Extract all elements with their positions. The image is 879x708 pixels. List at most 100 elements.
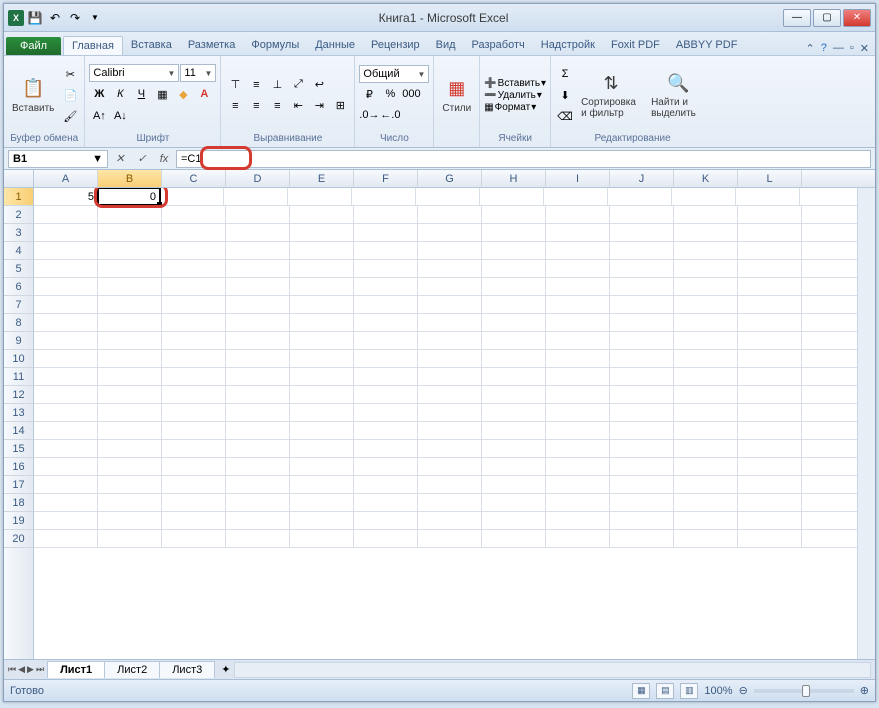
row-header[interactable]: 20 — [4, 530, 33, 548]
cell[interactable] — [610, 494, 674, 511]
cell[interactable] — [290, 350, 354, 367]
number-format-combo[interactable]: Общий▼ — [359, 65, 429, 83]
cell[interactable] — [290, 206, 354, 223]
cell[interactable] — [226, 314, 290, 331]
cell[interactable] — [546, 458, 610, 475]
cell[interactable] — [546, 530, 610, 547]
cell[interactable] — [160, 188, 224, 205]
row-header[interactable]: 12 — [4, 386, 33, 404]
cell[interactable] — [610, 404, 674, 421]
cell[interactable] — [738, 314, 802, 331]
shrink-font-icon[interactable]: A↓ — [110, 106, 130, 126]
zoom-slider[interactable] — [754, 689, 854, 693]
cell[interactable] — [290, 368, 354, 385]
cell[interactable] — [674, 386, 738, 403]
cell[interactable] — [674, 404, 738, 421]
cell[interactable] — [480, 188, 544, 205]
cell[interactable] — [226, 530, 290, 547]
cell[interactable] — [736, 188, 800, 205]
cell[interactable] — [98, 512, 162, 529]
col-header[interactable]: A — [34, 170, 98, 187]
cell[interactable] — [98, 242, 162, 259]
cell[interactable] — [610, 314, 674, 331]
align-center-icon[interactable]: ≡ — [246, 96, 266, 116]
align-top-icon[interactable]: ⊤ — [225, 75, 245, 95]
help-icon[interactable]: ? — [821, 42, 827, 55]
cells[interactable]: 50 — [34, 188, 857, 659]
cell[interactable] — [226, 296, 290, 313]
cell[interactable] — [738, 206, 802, 223]
cell[interactable] — [290, 278, 354, 295]
formula-input[interactable] — [176, 150, 871, 168]
cell[interactable] — [162, 332, 226, 349]
col-header[interactable]: H — [482, 170, 546, 187]
cell[interactable] — [610, 368, 674, 385]
cell[interactable] — [418, 368, 482, 385]
cell[interactable] — [418, 296, 482, 313]
cell[interactable] — [98, 278, 162, 295]
cell[interactable] — [610, 242, 674, 259]
cell[interactable] — [738, 476, 802, 493]
align-bottom-icon[interactable]: ⊥ — [267, 75, 287, 95]
border-button[interactable]: ▦ — [152, 84, 172, 104]
cell[interactable] — [98, 260, 162, 277]
cell[interactable] — [546, 296, 610, 313]
cell[interactable] — [610, 224, 674, 241]
cell[interactable] — [738, 332, 802, 349]
sheet-tab[interactable]: Лист1 — [47, 661, 105, 678]
cell[interactable] — [482, 440, 546, 457]
cell[interactable] — [98, 206, 162, 223]
cell[interactable] — [610, 296, 674, 313]
cell[interactable] — [290, 332, 354, 349]
redo-icon[interactable]: ↷ — [66, 9, 84, 27]
decrease-decimal-icon[interactable]: ←.0 — [380, 105, 400, 125]
cell[interactable] — [290, 386, 354, 403]
format-painter-icon[interactable]: 🖌 — [60, 106, 80, 126]
cell[interactable] — [674, 242, 738, 259]
tab-главная[interactable]: Главная — [63, 36, 123, 55]
cell[interactable] — [226, 422, 290, 439]
horizontal-scrollbar[interactable] — [234, 662, 871, 678]
tab-foxit pdf[interactable]: Foxit PDF — [603, 36, 668, 55]
underline-button[interactable]: Ч — [131, 84, 151, 104]
cell[interactable] — [418, 206, 482, 223]
cell[interactable] — [34, 440, 98, 457]
sheet-first-icon[interactable]: ⏮ — [8, 664, 16, 675]
row-header[interactable]: 9 — [4, 332, 33, 350]
sheet-last-icon[interactable]: ⏭ — [36, 664, 44, 675]
cell[interactable] — [226, 440, 290, 457]
font-name-combo[interactable]: Calibri▼ — [89, 64, 179, 82]
cell[interactable] — [674, 494, 738, 511]
cell[interactable] — [290, 530, 354, 547]
cell[interactable] — [162, 206, 226, 223]
cell[interactable] — [34, 206, 98, 223]
cell[interactable] — [226, 224, 290, 241]
increase-decimal-icon[interactable]: .0→ — [359, 105, 379, 125]
row-header[interactable]: 6 — [4, 278, 33, 296]
cell[interactable] — [546, 260, 610, 277]
cell[interactable] — [482, 476, 546, 493]
row-header[interactable]: 8 — [4, 314, 33, 332]
sheet-tab[interactable]: Лист2 — [104, 661, 160, 678]
cell[interactable] — [482, 422, 546, 439]
cell[interactable] — [546, 476, 610, 493]
cell[interactable] — [354, 404, 418, 421]
cell[interactable] — [738, 242, 802, 259]
qat-dropdown-icon[interactable]: ▼ — [86, 9, 104, 27]
cell[interactable] — [546, 332, 610, 349]
cell[interactable] — [482, 314, 546, 331]
cell[interactable] — [610, 422, 674, 439]
cell[interactable] — [98, 404, 162, 421]
cell[interactable] — [674, 314, 738, 331]
cell[interactable] — [738, 512, 802, 529]
cell[interactable] — [418, 278, 482, 295]
doc-close-icon[interactable]: ✕ — [860, 42, 869, 55]
cell[interactable] — [738, 278, 802, 295]
cell[interactable] — [418, 530, 482, 547]
cell[interactable] — [546, 440, 610, 457]
cell[interactable] — [738, 368, 802, 385]
cell[interactable] — [418, 494, 482, 511]
cell[interactable] — [738, 260, 802, 277]
col-header[interactable]: J — [610, 170, 674, 187]
cell[interactable] — [482, 368, 546, 385]
